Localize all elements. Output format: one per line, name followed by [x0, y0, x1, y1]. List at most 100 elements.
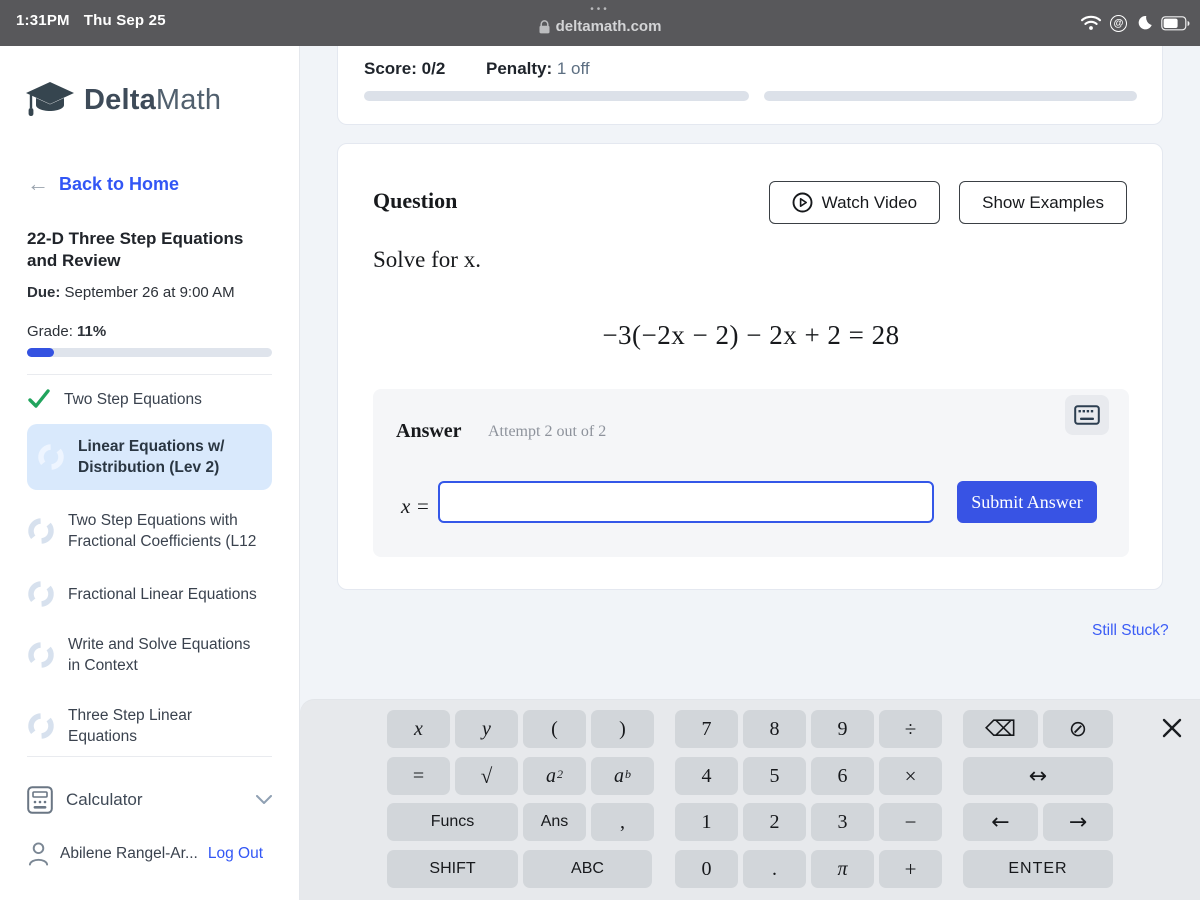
answer-panel: Answer Attempt 2 out of 2 x = Submit Ans…: [373, 389, 1129, 557]
score-value: 0/2: [421, 59, 446, 78]
math-keyboard: x y ( ) 7 8 9 ÷ ⌫ ⊘ = √ a 2 a b 4 5 6 × …: [300, 700, 1200, 900]
still-stuck-link[interactable]: Still Stuck?: [1092, 622, 1169, 640]
key-clear-all[interactable]: ⊘: [1043, 710, 1113, 748]
deltamath-app: 1:31PM Thu Sep 25 ••• deltamath.com @ De…: [0, 0, 1200, 900]
url-bar[interactable]: deltamath.com: [539, 17, 661, 37]
wifi-icon: [1080, 15, 1102, 30]
key-9[interactable]: 9: [811, 710, 874, 748]
keyboard-icon: [1074, 405, 1100, 425]
deltamath-logo[interactable]: DeltaMath: [24, 78, 221, 122]
main-content: Score: 0/2 Penalty: 1 off Question Watch…: [300, 46, 1200, 900]
sidebar-item-two-step-equations[interactable]: Two Step Equations: [27, 388, 272, 410]
show-examples-button[interactable]: Show Examples: [959, 181, 1127, 224]
question-title: Question: [373, 188, 458, 213]
assignment-grade: Grade: 11%: [27, 323, 107, 340]
sidebar-item-two-step-fractional[interactable]: Two Step Equations with Fractional Coeff…: [27, 510, 272, 552]
key-shift[interactable]: SHIFT: [387, 850, 518, 888]
key-plus[interactable]: +: [879, 850, 942, 888]
key-left-right-arrow[interactable]: ↔: [963, 757, 1113, 795]
question-prompt: Solve for x.: [373, 247, 481, 272]
progress-ring-icon: [28, 518, 54, 544]
logo-text: DeltaMath: [84, 83, 222, 116]
calculator-toggle[interactable]: Calculator: [27, 786, 272, 814]
user-name: Abilene Rangel-Ar...: [60, 844, 198, 862]
progress-ring-icon: [38, 444, 64, 470]
key-arrow-right[interactable]: →: [1043, 803, 1113, 841]
back-to-home-link[interactable]: ← Back to Home: [27, 173, 179, 195]
progress-ring-icon: [28, 581, 54, 607]
progress-ring-icon: [28, 713, 54, 739]
question-card: Question Watch Video Show Examples Solve…: [337, 143, 1163, 590]
key-y[interactable]: y: [455, 710, 518, 748]
key-power[interactable]: ab: [591, 757, 654, 795]
key-equals[interactable]: =: [387, 757, 450, 795]
key-left-paren[interactable]: (: [523, 710, 586, 748]
battery-icon: [1161, 15, 1190, 30]
sidebar-item-three-step-linear[interactable]: Three Step Linear Equations: [27, 705, 272, 747]
divider: [27, 374, 272, 375]
logout-link[interactable]: Log Out: [208, 845, 263, 863]
key-right-paren[interactable]: ): [591, 710, 654, 748]
key-decimal[interactable]: .: [743, 850, 806, 888]
divider: [27, 756, 272, 757]
tab-dots: •••: [590, 4, 610, 15]
user-account-row: Abilene Rangel-Ar... Log Out: [27, 841, 287, 866]
assignment-due: Due: September 26 at 9:00 AM: [27, 284, 235, 301]
sidebar: DeltaMath ← Back to Home 22-D Three Step…: [0, 46, 300, 900]
close-icon: [1162, 718, 1182, 738]
key-x[interactable]: x: [387, 710, 450, 748]
watch-video-button[interactable]: Watch Video: [768, 181, 941, 224]
moon-icon: [1138, 15, 1152, 30]
score-label: Score: 0/2: [364, 59, 446, 78]
key-3[interactable]: 3: [811, 803, 874, 841]
chevron-down-icon: [256, 795, 272, 804]
key-abc[interactable]: ABC: [523, 850, 652, 888]
submit-answer-button[interactable]: Submit Answer: [957, 481, 1097, 523]
graduation-cap-icon: [26, 82, 74, 116]
back-arrow-icon: ←: [27, 171, 49, 196]
ipad-status-bar: 1:31PM Thu Sep 25 ••• deltamath.com @: [0, 0, 1200, 46]
grade-progress-bar: [27, 348, 272, 357]
key-multiply[interactable]: ×: [879, 757, 942, 795]
answer-input[interactable]: [438, 481, 934, 523]
key-5[interactable]: 5: [743, 757, 806, 795]
key-enter[interactable]: ENTER: [963, 850, 1113, 888]
grade-progress-fill: [27, 348, 54, 357]
answer-variable-prefix: x =: [401, 494, 430, 518]
key-divide[interactable]: ÷: [879, 710, 942, 748]
progress-ring-icon: [28, 642, 54, 668]
penalty-value: 1 off: [556, 59, 590, 78]
progress-segment-2: [764, 91, 1137, 101]
key-comma[interactable]: ,: [591, 803, 654, 841]
key-0[interactable]: 0: [675, 850, 738, 888]
key-8[interactable]: 8: [743, 710, 806, 748]
key-2[interactable]: 2: [743, 803, 806, 841]
key-pi[interactable]: π: [811, 850, 874, 888]
checkmark-icon: [28, 389, 50, 408]
answer-label: Answer: [396, 420, 462, 442]
key-arrow-left[interactable]: ←: [963, 803, 1038, 841]
calculator-icon: [27, 786, 53, 814]
progress-segment-1: [364, 91, 749, 101]
attempt-counter: Attempt 2 out of 2: [488, 423, 607, 440]
keyboard-toggle-button[interactable]: [1065, 395, 1109, 435]
key-ans[interactable]: Ans: [523, 803, 586, 841]
sidebar-item-fractional-linear[interactable]: Fractional Linear Equations: [27, 580, 272, 608]
sidebar-item-write-solve-context[interactable]: Write and Solve Equations in Context: [27, 634, 272, 676]
key-1[interactable]: 1: [675, 803, 738, 841]
lock-icon: [539, 20, 550, 34]
user-icon: [28, 842, 49, 866]
play-circle-icon: [792, 192, 813, 213]
key-backspace[interactable]: ⌫: [963, 710, 1038, 748]
score-card: Score: 0/2 Penalty: 1 off: [337, 46, 1163, 125]
key-squared[interactable]: a2: [523, 757, 586, 795]
key-4[interactable]: 4: [675, 757, 738, 795]
key-minus[interactable]: −: [879, 803, 942, 841]
key-funcs[interactable]: Funcs: [387, 803, 518, 841]
key-7[interactable]: 7: [675, 710, 738, 748]
key-sqrt[interactable]: √: [455, 757, 518, 795]
sidebar-item-linear-equations-distribution[interactable]: Linear Equations w/ Distribution (Lev 2): [27, 424, 272, 490]
keyboard-close-button[interactable]: [1156, 712, 1188, 744]
assignment-title: 22-D Three Step Equations and Review: [27, 229, 244, 270]
key-6[interactable]: 6: [811, 757, 874, 795]
